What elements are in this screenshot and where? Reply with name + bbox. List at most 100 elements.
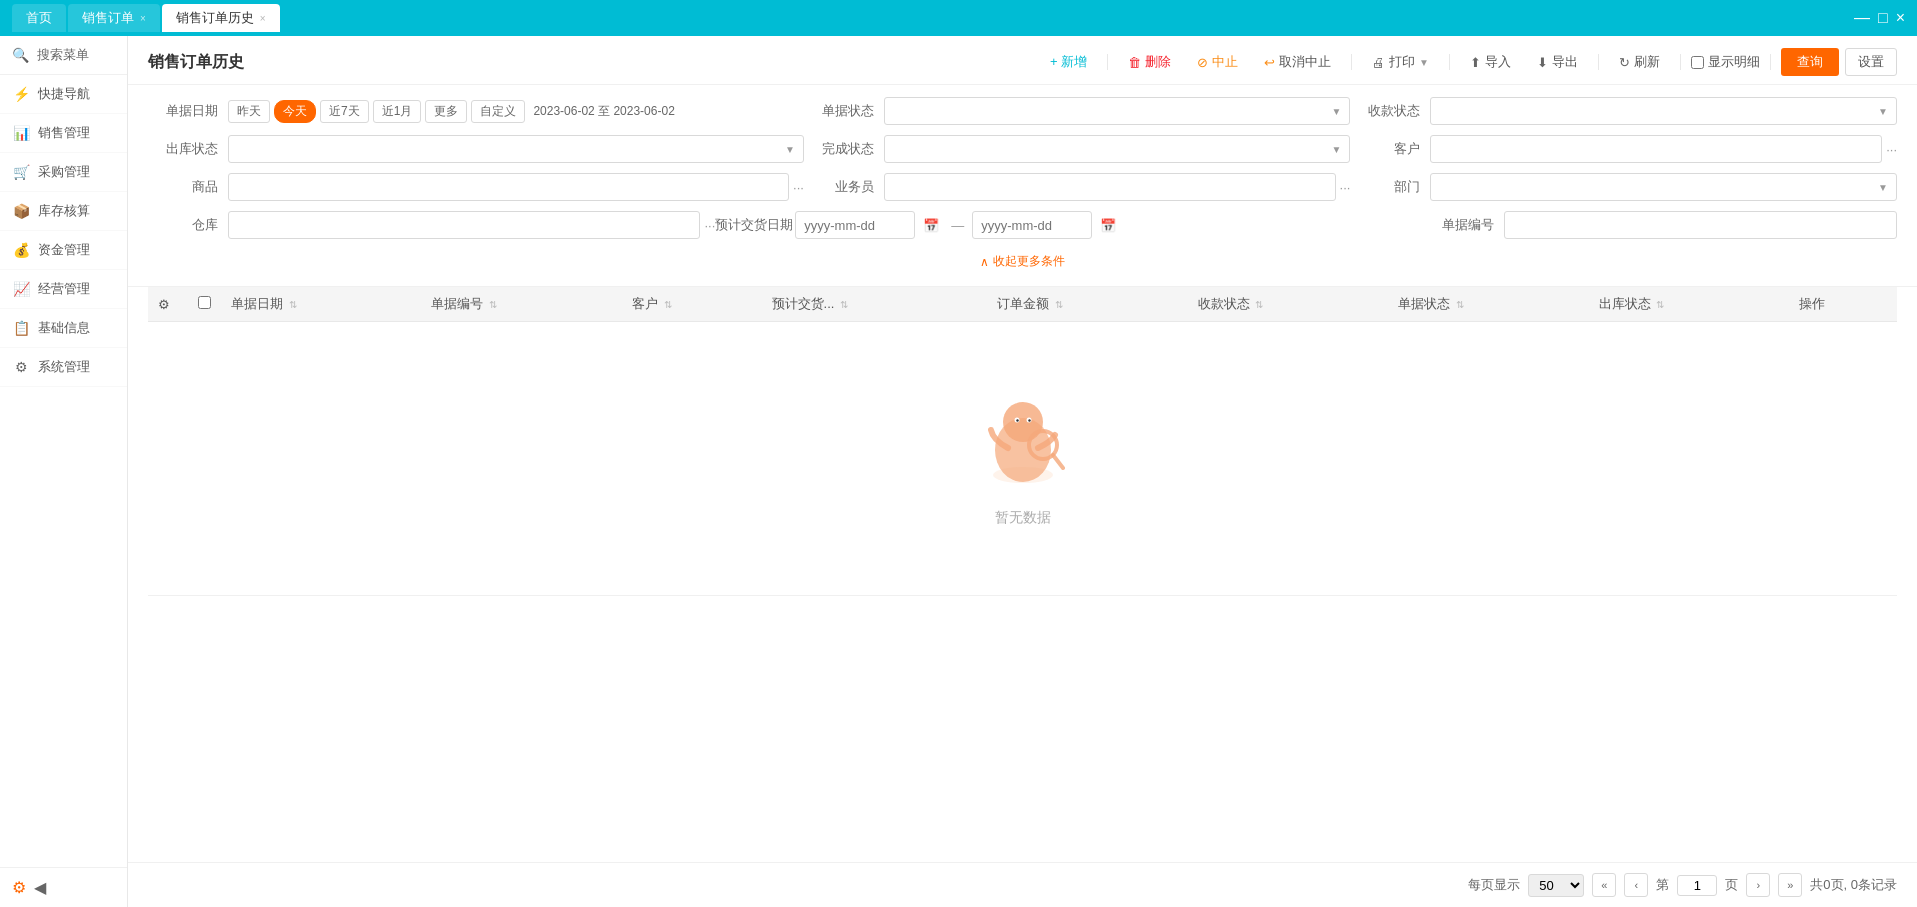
- refresh-button[interactable]: ↻ 刷新: [1609, 49, 1670, 75]
- filter-salesperson: 业务员 ···: [804, 173, 1351, 201]
- sidebar-settings-icon[interactable]: ⚙: [12, 878, 26, 897]
- prev-page-btn[interactable]: ‹: [1624, 873, 1648, 897]
- data-table: ⚙ 单据日期 ⇅ 单据编号 ⇅ 客户 ⇅: [148, 287, 1897, 596]
- voucher-number-input[interactable]: [1504, 211, 1897, 239]
- display-detail-input[interactable]: [1691, 56, 1704, 69]
- department-select[interactable]: ▼: [1430, 173, 1897, 201]
- customer-dots[interactable]: ···: [1886, 142, 1897, 157]
- calendar-icon-end[interactable]: 📅: [1100, 218, 1116, 233]
- tab-home[interactable]: 首页: [12, 4, 66, 32]
- salesperson-input[interactable]: [884, 173, 1336, 201]
- top-bar: 首页 销售订单 × 销售订单历史 × — □ ×: [0, 0, 1917, 36]
- expected-date-label: 预计交货日期: [715, 216, 795, 234]
- date-btn-1month[interactable]: 近1月: [373, 100, 422, 123]
- maximize-btn[interactable]: □: [1878, 9, 1888, 27]
- col-voucher-status[interactable]: 单据状态 ⇅: [1388, 287, 1588, 322]
- completion-status-label: 完成状态: [804, 140, 884, 158]
- col-voucher-number[interactable]: 单据编号 ⇅: [421, 287, 621, 322]
- sidebar-item-sys-mgmt[interactable]: ⚙ 系统管理: [0, 348, 127, 387]
- warehouse-input[interactable]: [228, 211, 700, 239]
- sidebar-item-operations[interactable]: 📈 经营管理: [0, 270, 127, 309]
- tab-sales-order-label: 销售订单: [82, 9, 134, 27]
- import-button[interactable]: ⬆ 导入: [1460, 49, 1521, 75]
- empty-illustration: [963, 390, 1083, 493]
- voucher-number-control: [1504, 211, 1897, 239]
- sidebar-item-sales-mgmt[interactable]: 📊 销售管理: [0, 114, 127, 153]
- goods-input[interactable]: [228, 173, 789, 201]
- completion-status-control: ▼: [884, 135, 1351, 163]
- customer-input[interactable]: [1430, 135, 1882, 163]
- page-size-select[interactable]: 50 10 20 100: [1528, 874, 1584, 897]
- date-btn-more[interactable]: 更多: [425, 100, 467, 123]
- page-number-input[interactable]: [1677, 875, 1717, 896]
- query-button[interactable]: 查询: [1781, 48, 1839, 76]
- col-receipt-status-label: 收款状态: [1198, 296, 1250, 311]
- collapse-button[interactable]: ∧ 收起更多条件: [148, 249, 1897, 274]
- col-order-amount-label: 订单金额: [997, 296, 1049, 311]
- warehouse-dots[interactable]: ···: [704, 218, 715, 233]
- delete-icon: 🗑: [1128, 55, 1141, 70]
- next-page-btn[interactable]: ›: [1746, 873, 1770, 897]
- last-page-btn[interactable]: »: [1778, 873, 1802, 897]
- col-receipt-status[interactable]: 收款状态 ⇅: [1188, 287, 1388, 322]
- filter-receipt-status: 收款状态 ▼: [1350, 97, 1897, 125]
- col-settings[interactable]: ⚙: [148, 287, 188, 322]
- cancel-stop-button[interactable]: ↩ 取消中止: [1254, 49, 1341, 75]
- sidebar-item-purchase-mgmt[interactable]: 🛒 采购管理: [0, 153, 127, 192]
- col-checkbox[interactable]: [188, 287, 221, 322]
- export-button[interactable]: ⬇ 导出: [1527, 49, 1588, 75]
- new-button[interactable]: + 新增: [1040, 49, 1097, 75]
- close-btn-window[interactable]: ×: [1896, 9, 1905, 27]
- sidebar-item-quick-nav[interactable]: ⚡ 快捷导航: [0, 75, 127, 114]
- date-btn-custom[interactable]: 自定义: [471, 100, 525, 123]
- voucher-status-control: ▼: [884, 97, 1351, 125]
- col-voucher-date[interactable]: 单据日期 ⇅: [221, 287, 421, 322]
- col-customer[interactable]: 客户 ⇅: [622, 287, 762, 322]
- salesperson-dots[interactable]: ···: [1340, 180, 1351, 195]
- delete-button[interactable]: 🗑 删除: [1118, 49, 1181, 75]
- outbound-status-select[interactable]: ▼: [228, 135, 804, 163]
- purchase-mgmt-icon: 🛒: [12, 163, 30, 181]
- sidebar-search[interactable]: 🔍 搜索菜单: [0, 36, 127, 75]
- expected-date-start[interactable]: [795, 211, 915, 239]
- sidebar-inventory-label: 库存核算: [38, 202, 90, 220]
- salesperson-label: 业务员: [804, 178, 884, 196]
- empty-svg: [963, 390, 1083, 490]
- date-btn-yesterday[interactable]: 昨天: [228, 100, 270, 123]
- tab-sales-history[interactable]: 销售订单历史 ×: [162, 4, 280, 32]
- sidebar-collapse-icon[interactable]: ◀: [34, 878, 46, 897]
- filter-department: 部门 ▼: [1350, 173, 1897, 201]
- sidebar-basic-info-label: 基础信息: [38, 319, 90, 337]
- tab-sales-history-close[interactable]: ×: [260, 13, 266, 24]
- stop-button[interactable]: ⊘ 中止: [1187, 49, 1248, 75]
- sidebar-sys-mgmt-label: 系统管理: [38, 358, 90, 376]
- col-order-amount[interactable]: 订单金额 ⇅: [987, 287, 1187, 322]
- minimize-btn[interactable]: —: [1854, 9, 1870, 27]
- sidebar-item-basic-info[interactable]: 📋 基础信息: [0, 309, 127, 348]
- date-btn-today[interactable]: 今天: [274, 100, 316, 123]
- sidebar-search-label: 搜索菜单: [37, 46, 89, 64]
- completion-status-select[interactable]: ▼: [884, 135, 1351, 163]
- display-detail-checkbox[interactable]: 显示明细: [1691, 53, 1760, 71]
- tab-sales-order[interactable]: 销售订单 ×: [68, 4, 160, 32]
- tab-home-label: 首页: [26, 9, 52, 27]
- col-outbound-status[interactable]: 出库状态 ⇅: [1589, 287, 1789, 322]
- sidebar-item-inventory[interactable]: 📦 库存核算: [0, 192, 127, 231]
- voucher-date-label: 单据日期: [148, 102, 228, 120]
- first-page-btn[interactable]: «: [1592, 873, 1616, 897]
- calendar-icon-start[interactable]: 📅: [923, 218, 939, 233]
- tab-sales-order-close[interactable]: ×: [140, 13, 146, 24]
- print-button[interactable]: 🖨 打印 ▼: [1362, 49, 1439, 75]
- col-expected-delivery[interactable]: 预计交货... ⇅: [762, 287, 988, 322]
- voucher-status-select[interactable]: ▼: [884, 97, 1351, 125]
- sidebar-item-finance[interactable]: 💰 资金管理: [0, 231, 127, 270]
- select-all-checkbox[interactable]: [198, 296, 211, 309]
- expected-date-end[interactable]: [972, 211, 1092, 239]
- receipt-status-select[interactable]: ▼: [1430, 97, 1897, 125]
- print-icon: 🖨: [1372, 55, 1385, 70]
- collapse-icon: ∧: [980, 255, 989, 269]
- goods-dots[interactable]: ···: [793, 180, 804, 195]
- main-layout: 🔍 搜索菜单 ⚡ 快捷导航 📊 销售管理 🛒 采购管理 📦 库存核算 💰 资金管…: [0, 36, 1917, 907]
- settings-button[interactable]: 设置: [1845, 48, 1897, 76]
- date-btn-7days[interactable]: 近7天: [320, 100, 369, 123]
